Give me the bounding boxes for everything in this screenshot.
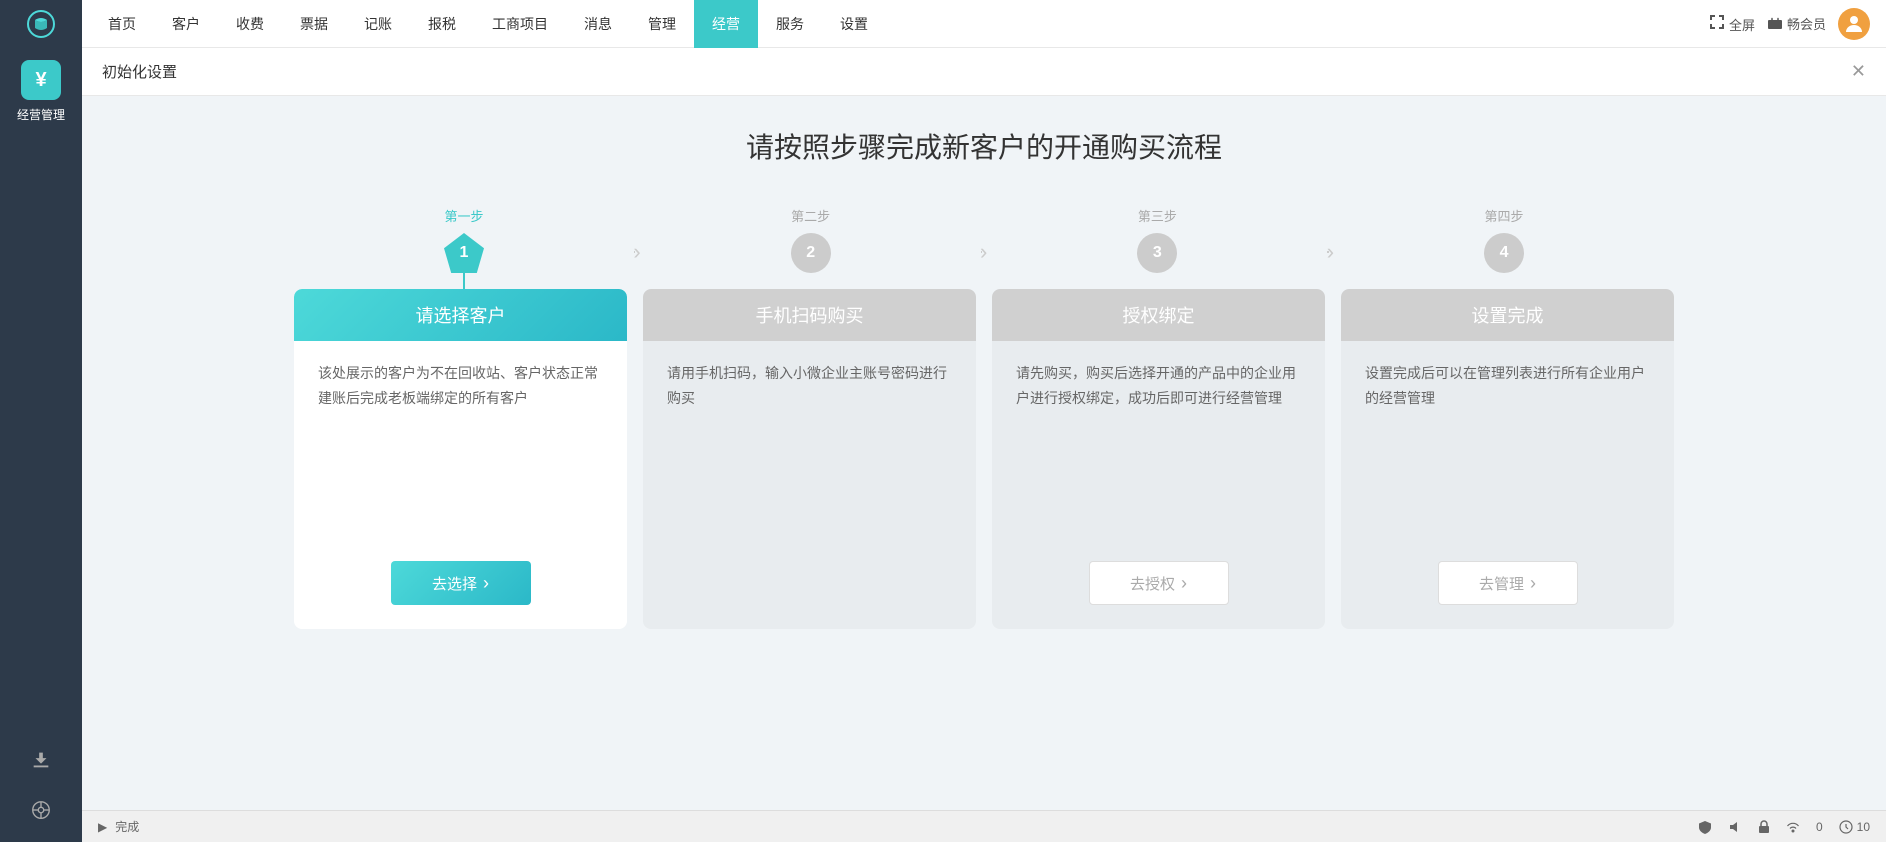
nav-item-消息[interactable]: 消息 <box>566 0 630 48</box>
clock-icon <box>1839 820 1853 834</box>
shield-icon <box>1698 820 1712 834</box>
nav-item-工商项目[interactable]: 工商项目 <box>474 0 566 48</box>
connector-1: › <box>634 241 641 273</box>
step-circle-3: 3 <box>1137 233 1177 273</box>
nav-item-收费[interactable]: 收费 <box>218 0 282 48</box>
support-icon[interactable] <box>25 794 57 826</box>
step-label-2: 第二步 <box>791 206 830 225</box>
cards-container: 请选择客户 该处展示的客户为不在回收站、客户状态正常建账后完成老板端绑定的所有客… <box>264 289 1704 629</box>
step-header-1: 第一步 1 <box>294 206 634 273</box>
step-indicators <box>264 273 1704 289</box>
nav-item-报税[interactable]: 报税 <box>410 0 474 48</box>
step-circle-2: 2 <box>791 233 831 273</box>
step-card-footer-4: 去管理 › <box>1341 545 1674 629</box>
network-status <box>1786 820 1800 834</box>
sidebar-logo: ¥ <box>21 60 61 100</box>
wizard-container: 请按照步骤完成新客户的开通购买流程 第一步 1 › 第二步 <box>264 126 1704 629</box>
go-authorize-button[interactable]: 去授权 › <box>1089 561 1229 605</box>
top-nav-right: 全屏 畅会员 <box>1709 8 1886 40</box>
go-select-button[interactable]: 去选择 › <box>391 561 531 605</box>
nav-item-管理[interactable]: 管理 <box>630 0 694 48</box>
step-card-2: 手机扫码购买 请用手机扫码，输入小微企业主账号密码进行购买 <box>643 289 976 629</box>
step-label-1: 第一步 <box>444 206 483 225</box>
battery-status: 0 <box>1816 820 1823 834</box>
step-label-4: 第四步 <box>1485 206 1524 225</box>
step-card-header-3: 授权绑定 <box>992 289 1325 341</box>
step-card-header-1: 请选择客户 <box>294 289 627 341</box>
step-circle-4: 4 <box>1484 233 1524 273</box>
step-card-header-2: 手机扫码购买 <box>643 289 976 341</box>
step-card-footer-1: 去选择 › <box>294 545 627 629</box>
fullscreen-btn[interactable]: 全屏 <box>1709 14 1755 34</box>
status-bar-right: 0 10 <box>1698 820 1870 834</box>
vip-btn[interactable]: 畅会员 <box>1767 14 1826 33</box>
content-body: 请按照步骤完成新客户的开通购买流程 第一步 1 › 第二步 <box>82 96 1886 810</box>
step-card-header-4: 设置完成 <box>1341 289 1674 341</box>
nav-item-首页[interactable]: 首页 <box>90 0 154 48</box>
nav-item-票据[interactable]: 票据 <box>282 0 346 48</box>
content-area: 初始化设置 ✕ 请按照步骤完成新客户的开通购买流程 第一步 1 <box>82 48 1886 842</box>
go-manage-button[interactable]: 去管理 › <box>1438 561 1578 605</box>
download-icon[interactable] <box>25 744 57 776</box>
step-header-3: 第三步 3 <box>987 206 1327 273</box>
top-nav: 首页客户收费票据记账报税工商项目消息管理经营服务设置 全屏 畅会员 <box>0 0 1886 48</box>
step-card-body-1: 该处展示的客户为不在回收站、客户状态正常建账后完成老板端绑定的所有客户 <box>294 341 627 545</box>
page-header: 初始化设置 ✕ <box>82 48 1886 96</box>
sidebar-label: 经营管理 <box>17 106 65 123</box>
connector-3: › <box>1327 241 1334 273</box>
nav-item-服务[interactable]: 服务 <box>758 0 822 48</box>
lock-icon <box>1758 820 1770 834</box>
nav-item-经营[interactable]: 经营 <box>694 0 758 48</box>
main-title: 请按照步骤完成新客户的开通购买流程 <box>264 126 1704 166</box>
step-card-4: 设置完成 设置完成后可以在管理列表进行所有企业用户的经营管理 去管理 › <box>1341 289 1674 629</box>
step-card-3: 授权绑定 请先购买，购买后选择开通的产品中的企业用户进行授权绑定，成功后即可进行… <box>992 289 1325 629</box>
step-header-4: 第四步 4 <box>1334 206 1674 273</box>
step-header-2: 第二步 2 <box>641 206 981 273</box>
sidebar: ¥ 经营管理 <box>0 48 82 842</box>
connector-2: › <box>981 241 988 273</box>
volume-icon <box>1728 820 1742 834</box>
sidebar-bottom <box>25 744 57 842</box>
step-label-3: 第三步 <box>1138 206 1177 225</box>
network-icon <box>1786 820 1800 834</box>
step-card-footer-2 <box>643 589 976 629</box>
app-logo-icon <box>27 10 55 38</box>
nav-item-记账[interactable]: 记账 <box>346 0 410 48</box>
step-card-body-2: 请用手机扫码，输入小微企业主账号密码进行购买 <box>643 341 976 589</box>
play-button[interactable]: ▶ <box>98 820 107 834</box>
step-card-footer-3: 去授权 › <box>992 545 1325 629</box>
step-circle-1: 1 <box>444 233 484 273</box>
close-button[interactable]: ✕ <box>1851 61 1866 82</box>
lock-status <box>1758 820 1770 834</box>
step-card-body-4: 设置完成后可以在管理列表进行所有企业用户的经营管理 <box>1341 341 1674 545</box>
volume-status <box>1728 820 1742 834</box>
nav-item-设置[interactable]: 设置 <box>822 0 886 48</box>
nav-item-客户[interactable]: 客户 <box>154 0 218 48</box>
status-bar-left: ▶ 完成 <box>98 818 139 835</box>
user-avatar[interactable] <box>1838 8 1870 40</box>
step-card-1: 请选择客户 该处展示的客户为不在回收站、客户状态正常建账后完成老板端绑定的所有客… <box>294 289 627 629</box>
shield-status <box>1698 820 1712 834</box>
steps-header: 第一步 1 › 第二步 2 › <box>264 206 1704 273</box>
page-title: 初始化设置 <box>102 61 177 82</box>
status-label: 完成 <box>115 818 139 835</box>
clock-status: 10 <box>1839 820 1870 834</box>
status-bar: ▶ 完成 0 <box>82 810 1886 842</box>
step-card-body-3: 请先购买，购买后选择开通的产品中的企业用户进行授权绑定，成功后即可进行经营管理 <box>992 341 1325 545</box>
